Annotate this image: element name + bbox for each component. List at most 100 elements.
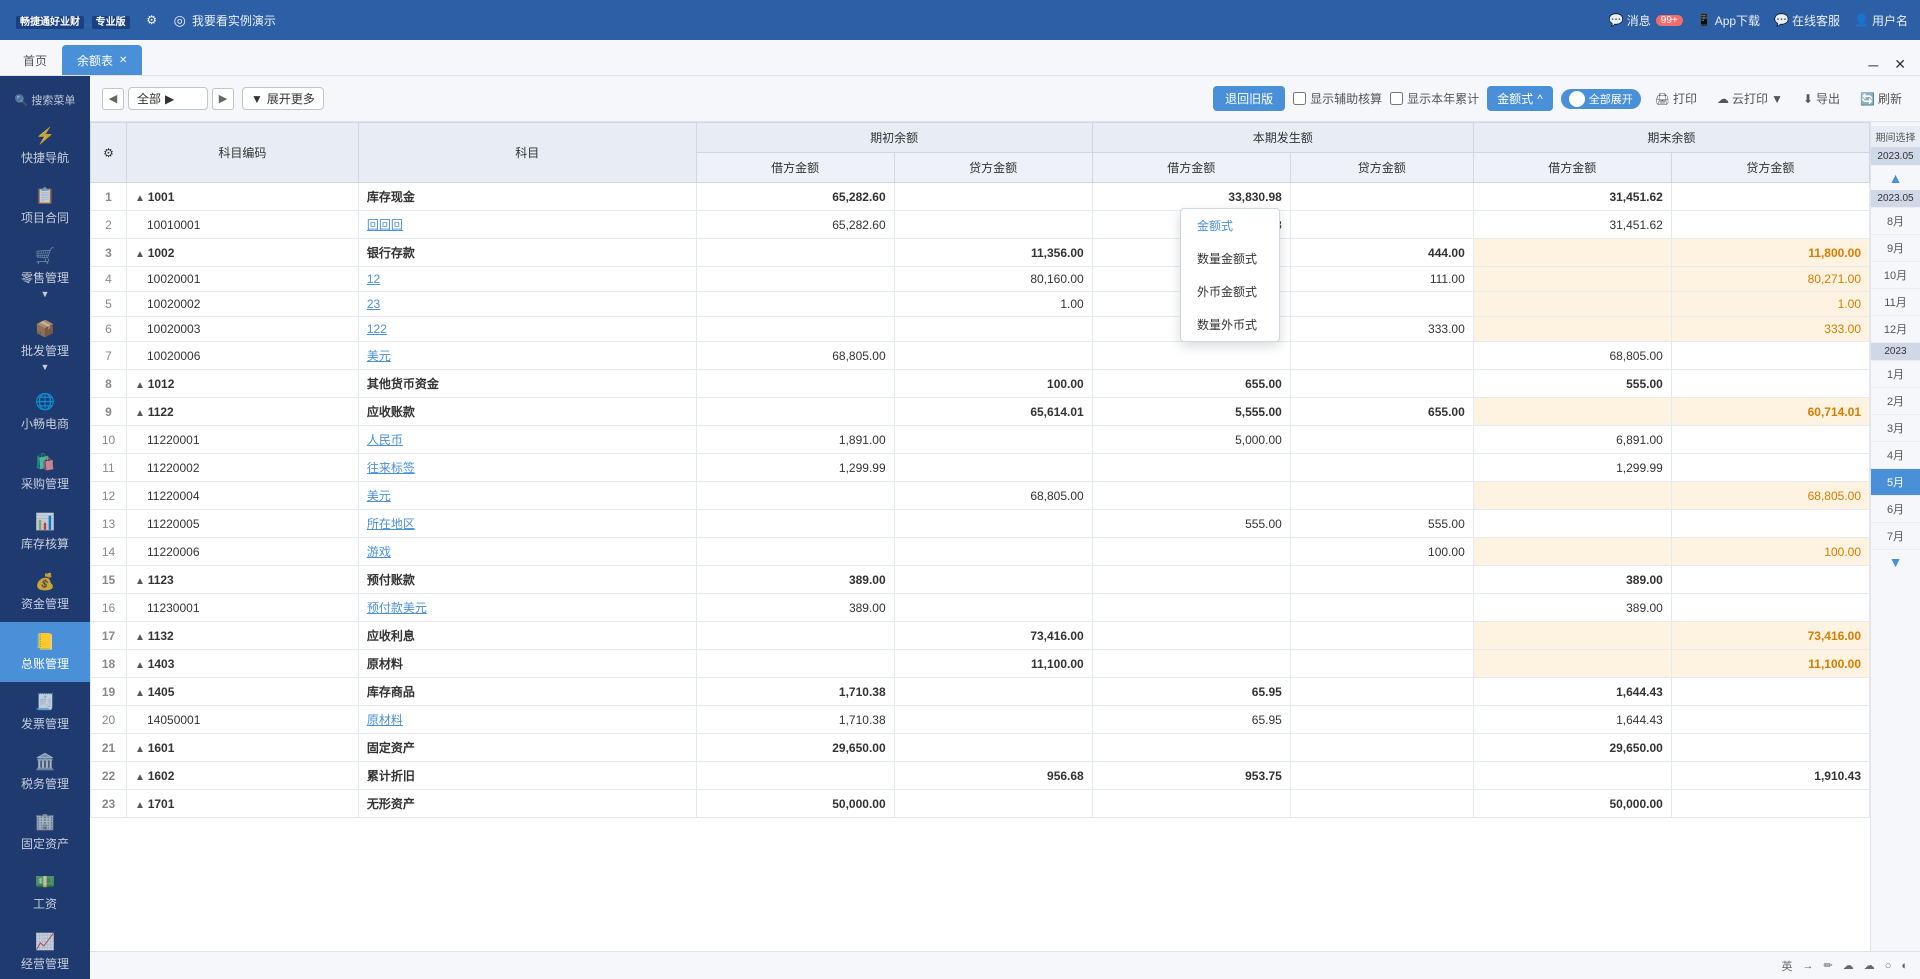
sidebar-item-inventory[interactable]: 📊 库存核算 <box>0 502 90 562</box>
row-settings[interactable]: 18 <box>91 650 127 678</box>
row-settings[interactable]: 11 <box>91 454 127 482</box>
sidebar-item-salary[interactable]: 💵 工资 <box>0 862 90 922</box>
row-name[interactable]: 应收利息 <box>358 622 696 650</box>
sidebar-item-operations[interactable]: 📈 经营管理 <box>0 922 90 979</box>
row-name[interactable]: 往来标签 <box>358 454 696 482</box>
row-settings[interactable]: 17 <box>91 622 127 650</box>
row-name[interactable]: 122 <box>358 317 696 342</box>
row-settings[interactable]: 21 <box>91 734 127 762</box>
sidebar-item-capital[interactable]: 💰 资金管理 <box>0 562 90 622</box>
date-month-8[interactable]: 8月 <box>1871 208 1920 235</box>
row-name[interactable]: 库存现金 <box>358 183 696 211</box>
row-settings[interactable]: 15 <box>91 566 127 594</box>
row-name[interactable]: 无形资产 <box>358 790 696 818</box>
nav-back-btn[interactable]: ◀ <box>102 88 124 110</box>
sidebar-item-invoice[interactable]: 🧾 发票管理 <box>0 682 90 742</box>
row-name[interactable]: 原材料 <box>358 650 696 678</box>
row-settings[interactable]: 10 <box>91 426 127 454</box>
row-name[interactable]: 应收账款 <box>358 398 696 426</box>
date-down-icon[interactable]: ▼ <box>1887 552 1905 572</box>
tab-balance[interactable]: 余额表 ✕ <box>62 45 142 75</box>
row-name[interactable]: 美元 <box>358 482 696 510</box>
row-settings[interactable]: 14 <box>91 538 127 566</box>
tab-close-icon[interactable]: ✕ <box>119 55 127 66</box>
date-month-5[interactable]: 5月 <box>1871 469 1920 496</box>
date-month-6[interactable]: 6月 <box>1871 496 1920 523</box>
sidebar-item-wholesale[interactable]: 📦 批发管理 ▼ <box>0 309 90 382</box>
row-name[interactable]: 人民币 <box>358 426 696 454</box>
date-nav-up[interactable]: ▲ <box>1871 166 1920 190</box>
row-settings[interactable]: 23 <box>91 790 127 818</box>
row-name[interactable]: 23 <box>358 292 696 317</box>
window-close-btn[interactable]: ✕ <box>1888 54 1912 75</box>
status-circle-icon[interactable]: ○ <box>1885 960 1892 972</box>
mode-option-qty-amount[interactable]: 数量金额式 <box>1181 242 1279 275</box>
message-btn[interactable]: 💬 消息 99+ <box>1609 12 1683 29</box>
filter-selector[interactable]: 全部 ▶ <box>128 87 208 110</box>
status-cloud2-icon[interactable]: ☁ <box>1864 959 1875 972</box>
date-month-11[interactable]: 11月 <box>1871 289 1920 316</box>
row-settings[interactable]: 9 <box>91 398 127 426</box>
sidebar-item-purchase[interactable]: 🛍️ 采购管理 <box>0 442 90 502</box>
sidebar-item-project[interactable]: 📋 项目合同 <box>0 176 90 236</box>
back-old-version-btn[interactable]: 退回旧版 <box>1213 86 1285 111</box>
row-settings[interactable]: 16 <box>91 594 127 622</box>
user-avatar[interactable]: 👤 用户名 <box>1854 12 1908 29</box>
sidebar-item-ledger[interactable]: 📒 总账管理 <box>0 622 90 682</box>
status-lang-icon[interactable]: 英 <box>1781 958 1792 974</box>
online-service-btn[interactable]: 💬 在线客服 <box>1774 12 1840 29</box>
date-nav-down[interactable]: ▼ <box>1871 550 1920 574</box>
print-btn[interactable]: 🖨 打印 <box>1649 88 1703 109</box>
date-month-10[interactable]: 10月 <box>1871 262 1920 289</box>
row-name[interactable]: 其他货币资金 <box>358 370 696 398</box>
mode-option-qty-foreign[interactable]: 数量外币式 <box>1181 308 1279 341</box>
sidebar-item-quick-nav[interactable]: ⚡ 快捷导航 <box>0 116 90 176</box>
row-name[interactable]: 累计折旧 <box>358 762 696 790</box>
app-download-btn[interactable]: 📱 App下载 <box>1697 12 1760 29</box>
sidebar-item-ecommerce[interactable]: 🌐 小畅电商 <box>0 382 90 442</box>
row-settings[interactable]: 5 <box>91 292 127 317</box>
date-month-7[interactable]: 7月 <box>1871 523 1920 550</box>
row-settings[interactable]: 13 <box>91 510 127 538</box>
date-month-12[interactable]: 12月 <box>1871 316 1920 343</box>
tab-home[interactable]: 首页 <box>8 45 62 75</box>
row-name[interactable]: 回回回 <box>358 211 696 239</box>
row-settings[interactable]: 6 <box>91 317 127 342</box>
show-assist-checkbox[interactable] <box>1293 92 1306 105</box>
window-minimize-btn[interactable]: ─ <box>1862 55 1884 75</box>
sidebar-item-retail[interactable]: 🛒 零售管理 ▼ <box>0 236 90 309</box>
row-settings[interactable]: 2 <box>91 211 127 239</box>
status-edit-icon[interactable]: ✏ <box>1823 959 1832 972</box>
row-settings[interactable]: 20 <box>91 706 127 734</box>
row-name[interactable]: 原材料 <box>358 706 696 734</box>
row-settings[interactable]: 8 <box>91 370 127 398</box>
row-settings[interactable]: 4 <box>91 267 127 292</box>
date-month-9[interactable]: 9月 <box>1871 235 1920 262</box>
row-settings[interactable]: 12 <box>91 482 127 510</box>
nav-forward-btn[interactable]: ▶ <box>212 88 234 110</box>
row-name[interactable]: 银行存款 <box>358 239 696 267</box>
row-settings[interactable]: 7 <box>91 342 127 370</box>
date-month-3[interactable]: 3月 <box>1871 415 1920 442</box>
row-name[interactable]: 库存商品 <box>358 678 696 706</box>
date-up-icon[interactable]: ▲ <box>1887 168 1905 188</box>
row-settings[interactable]: 3 <box>91 239 127 267</box>
sidebar-item-fixed[interactable]: 🏢 固定资产 <box>0 802 90 862</box>
sidebar-search[interactable]: 🔍 搜索菜单 <box>0 84 90 116</box>
th-settings[interactable]: ⚙ <box>91 123 127 183</box>
mode-option-foreign-amount[interactable]: 外币金额式 <box>1181 275 1279 308</box>
mode-btn[interactable]: 金额式 ^ <box>1487 86 1553 111</box>
row-name[interactable]: 预付账款 <box>358 566 696 594</box>
row-settings[interactable]: 19 <box>91 678 127 706</box>
expand-more-btn[interactable]: ▼ 展开更多 <box>242 87 324 110</box>
status-cloud1-icon[interactable]: ☁ <box>1843 959 1854 972</box>
date-month-4[interactable]: 4月 <box>1871 442 1920 469</box>
sidebar-item-tax[interactable]: 🏛️ 税务管理 <box>0 742 90 802</box>
status-half-icon[interactable]: ◐ <box>1901 960 1908 972</box>
row-settings[interactable]: 22 <box>91 762 127 790</box>
top-settings-icon[interactable]: ⚙ <box>140 8 164 32</box>
show-assist-check[interactable]: 显示辅助核算 <box>1293 90 1382 107</box>
date-month-1[interactable]: 1月 <box>1871 361 1920 388</box>
demo-link[interactable]: ◎ 我要看实例演示 <box>174 12 276 29</box>
cloud-print-btn[interactable]: ☁ 云打印 ▼ <box>1711 88 1789 109</box>
